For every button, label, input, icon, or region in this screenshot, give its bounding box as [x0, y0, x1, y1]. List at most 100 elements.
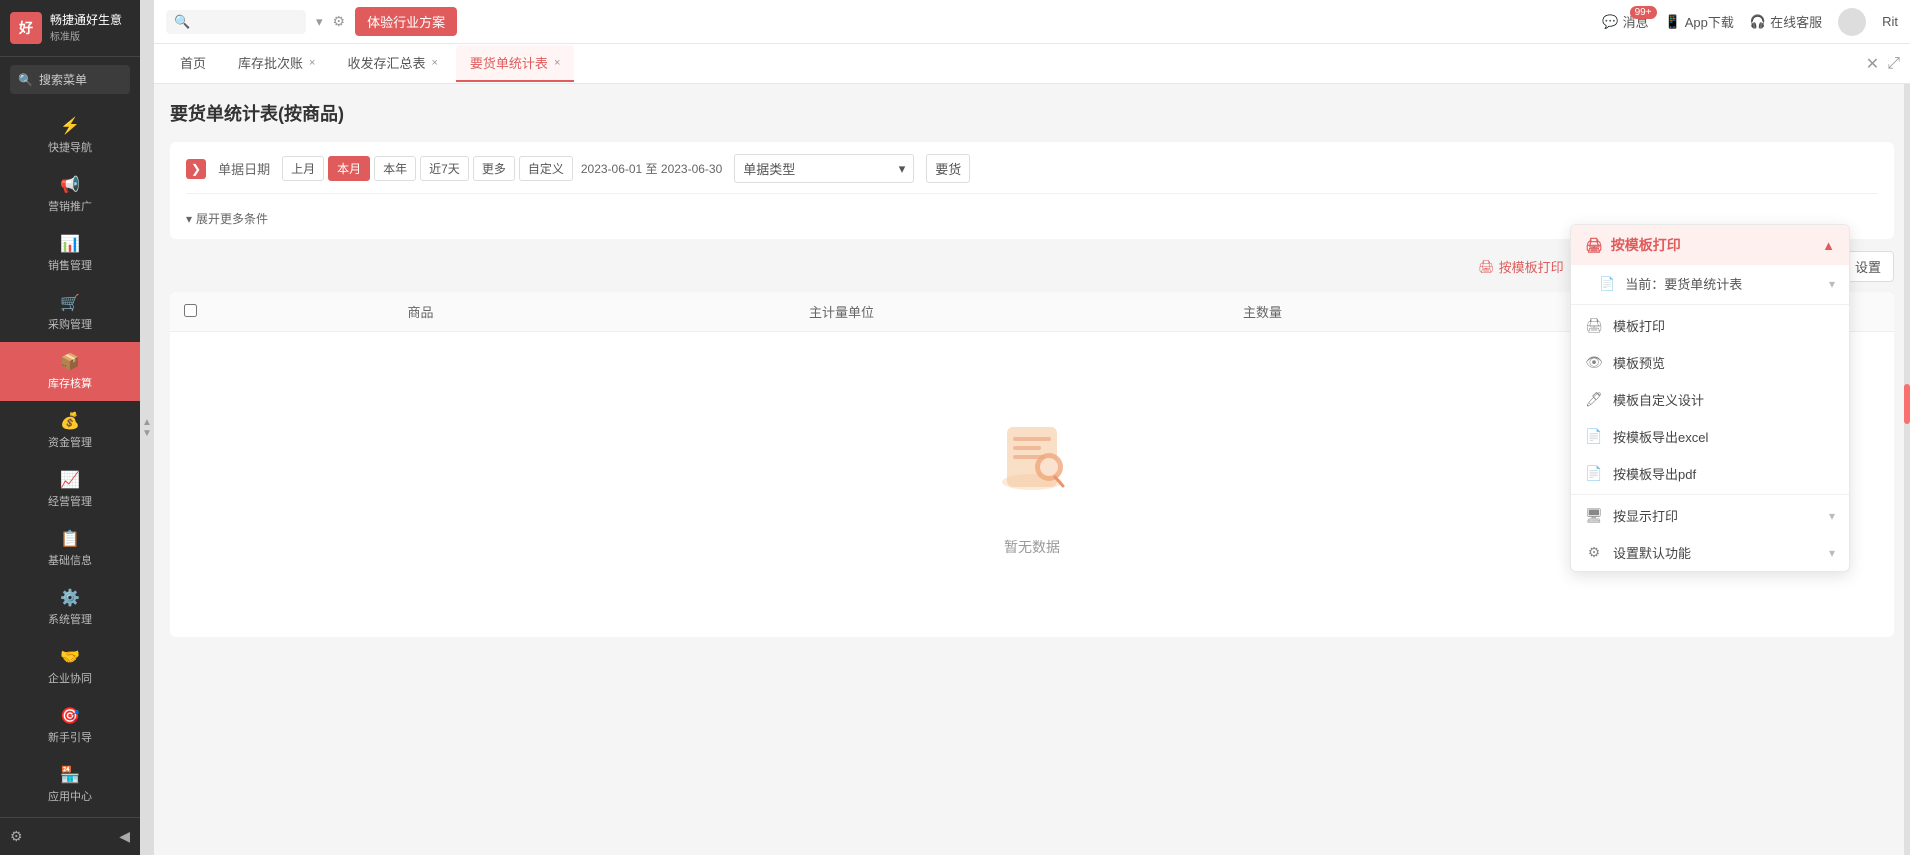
- date-current-year[interactable]: 本年: [374, 156, 416, 181]
- app-download-button[interactable]: 📱 App下载: [1665, 12, 1734, 31]
- default-func-icon: ⚙: [1585, 544, 1603, 561]
- sidebar-icon-quicknav: ⚡: [60, 116, 80, 136]
- sidebar-item-basic[interactable]: 📋基础信息: [0, 519, 140, 578]
- sidebar-item-system[interactable]: ⚙️ 系统管理: [0, 578, 140, 637]
- date-custom[interactable]: 自定义: [519, 156, 573, 181]
- sidebar-label-sales: 销售管理: [48, 257, 92, 273]
- sidebar-icon-system: ⚙️: [60, 588, 80, 608]
- trial-button[interactable]: 体验行业方案: [355, 7, 457, 36]
- topbar-chevron-icon[interactable]: ▾: [316, 14, 323, 30]
- display-print-label: 按显示打印: [1613, 506, 1819, 525]
- close-window-button[interactable]: ✕: [1866, 54, 1879, 74]
- tab-batch[interactable]: 库存批次账 ×: [224, 45, 329, 82]
- sidebar-item-marketing[interactable]: 📢 营销推广: [0, 165, 140, 224]
- sidebar-label-marketing: 营销推广: [48, 198, 92, 214]
- sidebar-label-appstore: 应用中心: [48, 788, 92, 804]
- collapse-icon[interactable]: ◀: [119, 828, 130, 845]
- type-filter-label: 单据类型: [743, 159, 795, 178]
- template-pdf-label: 按模板导出pdf: [1613, 464, 1696, 483]
- empty-text: 暂无数据: [1004, 537, 1060, 557]
- scroll-up-arrow[interactable]: ▲: [142, 417, 152, 428]
- sidebar-icon-purchase: 🛒: [60, 293, 80, 313]
- sidebar-label-basic: 基础信息: [48, 552, 92, 568]
- sidebar-item-inventory[interactable]: 📦库存核算: [0, 342, 140, 401]
- goods-filter[interactable]: 要货: [926, 154, 970, 183]
- template-print-label: 模板打印: [1613, 316, 1665, 335]
- dropdown-collapse-icon[interactable]: ▲: [1822, 238, 1835, 253]
- sidebar-item-purchase[interactable]: 🛒采购管理: [0, 283, 140, 342]
- sidebar-icon-marketing: 📢: [60, 175, 80, 195]
- date-buttons: 上月 本月 本年 近7天 更多 自定义 2023-06-01 至 2023-06…: [282, 156, 722, 181]
- date-current-month[interactable]: 本月: [328, 156, 370, 181]
- dropdown-template-excel[interactable]: 📄 按模板导出excel: [1571, 418, 1849, 455]
- settings-bottom-icon[interactable]: ⚙: [10, 828, 23, 845]
- search-menu-label: 搜索菜单: [39, 71, 87, 88]
- tab-batch-label: 库存批次账: [238, 53, 303, 72]
- sidebar-item-guide[interactable]: 🎯新手引导: [0, 696, 140, 755]
- topbar-gear-icon[interactable]: ⚙: [333, 13, 346, 30]
- expand-more-btn[interactable]: ▾ 展开更多条件: [186, 210, 268, 227]
- tab-home[interactable]: 首页: [166, 45, 220, 82]
- page-area: 要货单统计表(按商品) ❯ 单据日期 上月 本月 本年 近7天 更多 自定义 2…: [154, 84, 1910, 855]
- sidebar-label-system: 系统管理: [48, 611, 92, 627]
- sidebar-item-finance[interactable]: 💰资金管理: [0, 401, 140, 460]
- date-prev-month[interactable]: 上月: [282, 156, 324, 181]
- dropdown-template-preview[interactable]: 👁 模板预览: [1571, 344, 1849, 381]
- filter-collapse-btn[interactable]: ❯: [186, 159, 206, 179]
- empty-icon: [987, 412, 1077, 521]
- scrollbar-thumb[interactable]: [1904, 384, 1910, 424]
- topbar-search-input[interactable]: [196, 15, 296, 29]
- message-button[interactable]: 💬 消息 99+: [1602, 12, 1648, 31]
- search-menu-button[interactable]: 🔍 搜索菜单: [10, 65, 130, 94]
- dropdown-title: 🖨 按模板打印: [1585, 235, 1681, 255]
- display-print-arrow: ▾: [1829, 509, 1835, 523]
- dropdown-divider-1: [1571, 304, 1849, 305]
- date-7days[interactable]: 近7天: [420, 156, 469, 181]
- date-label: 单据日期: [218, 159, 270, 178]
- sidebar-item-operation[interactable]: 📈经营管理: [0, 460, 140, 519]
- sidebar-scroll[interactable]: ▲ ▼: [140, 0, 154, 855]
- sidebar-item-quicknav[interactable]: ⚡快捷导航: [0, 106, 140, 165]
- sidebar-bottom: ⚙ ◀: [0, 817, 140, 855]
- service-label: 在线客服: [1770, 12, 1822, 31]
- message-badge: 99+: [1630, 6, 1657, 19]
- dropdown-template-print[interactable]: 🖨 模板打印: [1571, 307, 1849, 344]
- scroll-down-arrow[interactable]: ▼: [142, 428, 152, 439]
- logo-icon: 好: [10, 12, 42, 44]
- logo-text-block: 畅捷通好生意 标准版: [50, 13, 122, 44]
- right-scrollbar[interactable]: [1904, 84, 1910, 855]
- template-design-icon: 🖊: [1585, 391, 1603, 408]
- topbar-search-box[interactable]: 🔍: [166, 10, 306, 34]
- user-avatar[interactable]: [1838, 8, 1866, 36]
- tab-home-label: 首页: [180, 53, 206, 72]
- tab-order[interactable]: 要货单统计表 ×: [456, 45, 574, 82]
- current-template-item[interactable]: 📄 当前：要货单统计表 ▾: [1571, 265, 1849, 302]
- sidebar-label-guide: 新手引导: [48, 729, 92, 745]
- current-template-icon: 📄: [1599, 276, 1615, 292]
- sidebar-item-collab[interactable]: 🤝企业协同: [0, 637, 140, 696]
- col-goods: 商品: [210, 302, 631, 321]
- online-service-button[interactable]: 🎧 在线客服: [1750, 12, 1822, 31]
- select-all-checkbox[interactable]: [184, 304, 197, 317]
- dropdown-template-pdf[interactable]: 📄 按模板导出pdf: [1571, 455, 1849, 492]
- dropdown-display-print[interactable]: 🖥 按显示打印 ▾: [1571, 497, 1849, 534]
- tab-order-close[interactable]: ×: [554, 57, 560, 69]
- tabs-bar: 首页 库存批次账 × 收发存汇总表 × 要货单统计表 × ✕ ⤢: [154, 44, 1910, 84]
- dropdown-template-design[interactable]: 🖊 模板自定义设计: [1571, 381, 1849, 418]
- tab-receipt[interactable]: 收发存汇总表 ×: [333, 45, 451, 82]
- dropdown-default-func[interactable]: ⚙ 设置默认功能 ▾: [1571, 534, 1849, 571]
- expand-window-button[interactable]: ⤢: [1887, 54, 1900, 74]
- sidebar-item-sales[interactable]: 📊 销售管理: [0, 224, 140, 283]
- tab-batch-close[interactable]: ×: [309, 57, 315, 69]
- default-func-label: 设置默认功能: [1613, 543, 1819, 562]
- service-icon: 🎧: [1750, 14, 1766, 30]
- date-more[interactable]: 更多: [473, 156, 515, 181]
- template-preview-label: 模板预览: [1613, 353, 1665, 372]
- type-filter[interactable]: 单据类型 ▾: [734, 154, 914, 183]
- sidebar-item-appstore[interactable]: 🏪 应用中心: [0, 755, 140, 814]
- username-label[interactable]: Rit: [1882, 14, 1898, 29]
- sidebar-icon-inventory: 📦: [60, 352, 80, 372]
- sidebar-icon-sales: 📊: [60, 234, 80, 254]
- sidebar-icon-appstore: 🏪: [60, 765, 80, 785]
- tab-receipt-close[interactable]: ×: [431, 57, 437, 69]
